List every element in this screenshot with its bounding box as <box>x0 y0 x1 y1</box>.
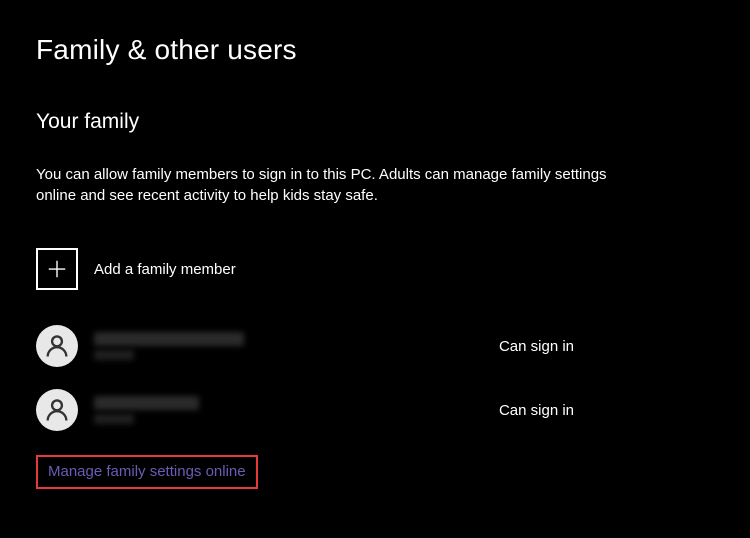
member-info <box>94 396 499 424</box>
page-title: Family & other users <box>36 34 714 66</box>
member-sub-redacted <box>94 350 134 360</box>
add-family-member-button[interactable]: Add a family member <box>36 248 714 290</box>
member-info <box>94 332 499 360</box>
plus-icon <box>36 248 78 290</box>
your-family-heading: Your family <box>36 110 714 134</box>
member-status: Can sign in <box>499 402 714 419</box>
manage-family-settings-highlight: Manage family settings online <box>36 455 258 489</box>
family-member-row[interactable]: Can sign in <box>36 325 714 367</box>
member-name-redacted <box>94 332 244 346</box>
member-name-redacted <box>94 396 199 410</box>
member-status: Can sign in <box>499 338 714 355</box>
your-family-description: You can allow family members to sign in … <box>36 164 646 206</box>
avatar <box>36 389 78 431</box>
family-member-row[interactable]: Can sign in <box>36 389 714 431</box>
member-sub-redacted <box>94 414 134 424</box>
add-family-member-label: Add a family member <box>94 261 236 278</box>
manage-family-settings-link[interactable]: Manage family settings online <box>48 463 246 480</box>
avatar <box>36 325 78 367</box>
